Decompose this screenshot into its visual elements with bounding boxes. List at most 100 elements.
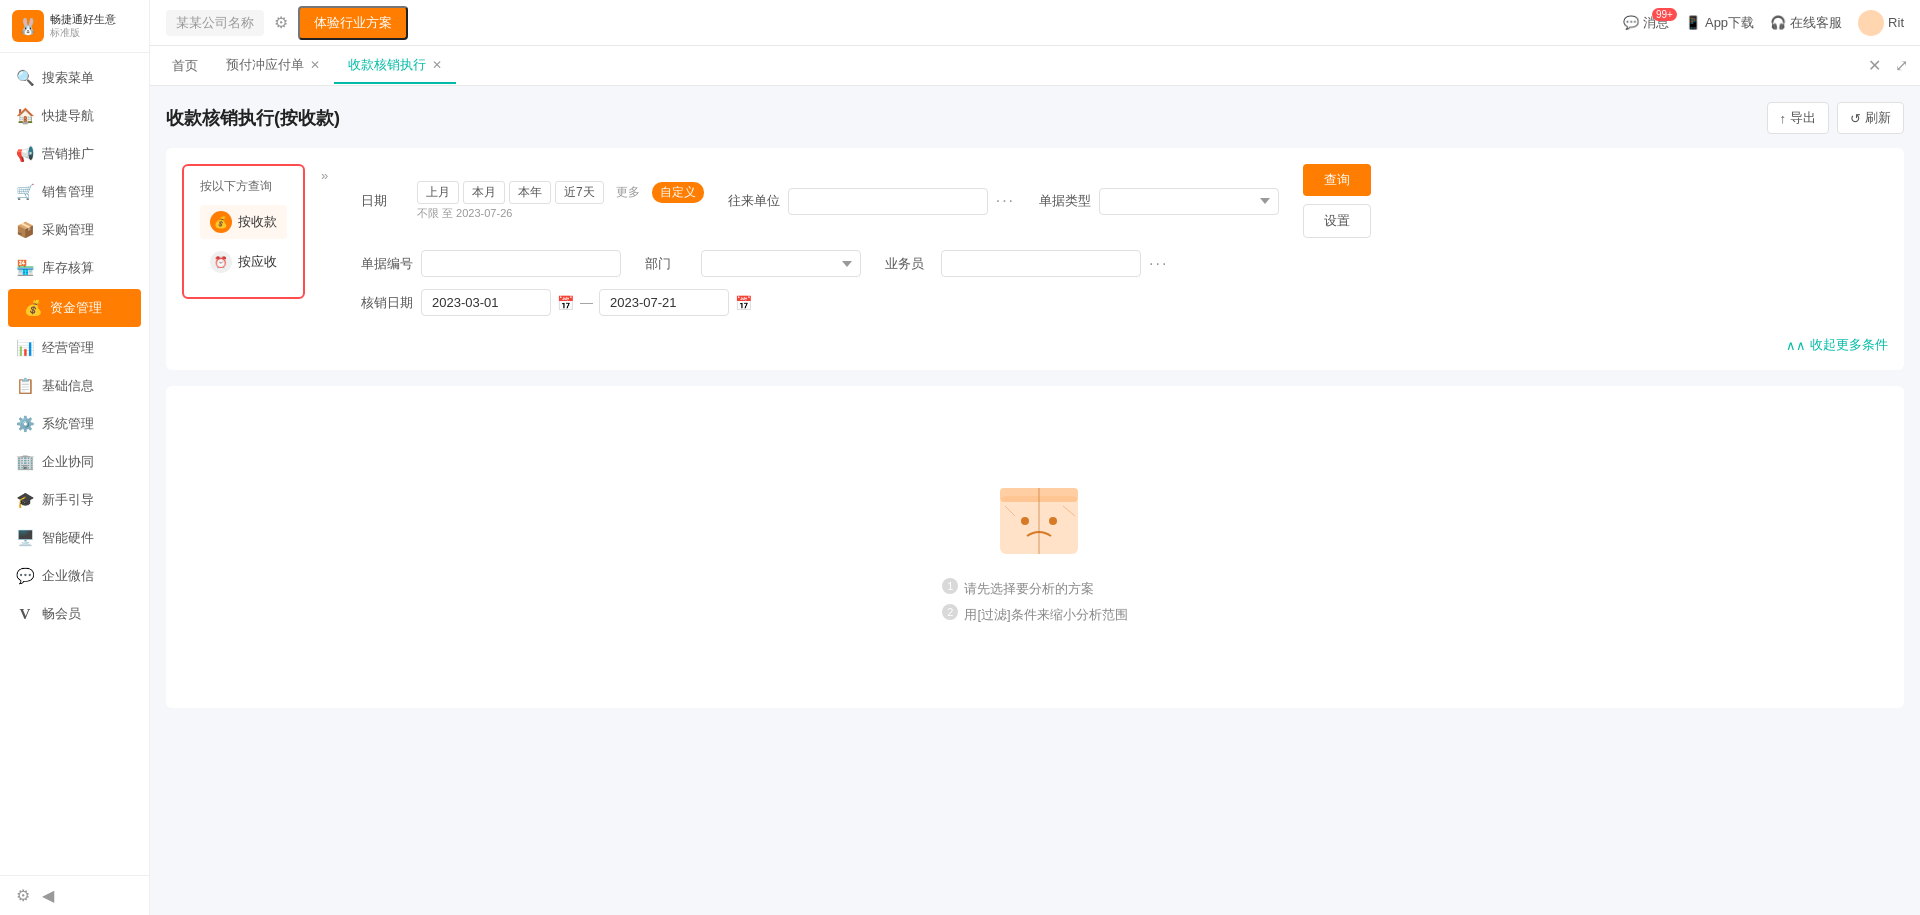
solution-button[interactable]: 体验行业方案 bbox=[298, 6, 408, 40]
dept-label: 部门 bbox=[645, 255, 693, 273]
sidebar-item-wechat[interactable]: 💬 企业微信 bbox=[0, 557, 149, 595]
sidebar-item-finance[interactable]: 💰 资金管理 bbox=[8, 289, 141, 327]
settings-footer-icon[interactable]: ⚙ bbox=[16, 886, 30, 905]
page-title-row: 收款核销执行(按收款) ↑ 导出 ↺ 刷新 bbox=[166, 102, 1904, 134]
phone-icon: 📱 bbox=[1685, 15, 1701, 30]
tab-close-writeoff[interactable]: ✕ bbox=[432, 58, 442, 72]
expand-tab-icon[interactable]: ⤢ bbox=[1891, 52, 1912, 79]
doc-type-label: 单据类型 bbox=[1039, 192, 1091, 210]
sidebar-item-purchase[interactable]: 📦 采购管理 bbox=[0, 211, 149, 249]
date-label: 日期 bbox=[361, 192, 409, 210]
service-button[interactable]: 🎧 在线客服 bbox=[1770, 14, 1842, 32]
tab-bar: 首页 预付冲应付单 ✕ 收款核销执行 ✕ ✕ ⤢ bbox=[150, 46, 1920, 86]
staff-ellipsis[interactable]: ··· bbox=[1149, 255, 1168, 273]
top-header: 某某公司名称 ⚙ 体验行业方案 💬 消息 99+ 📱 App下载 🎧 在线客服 … bbox=[150, 0, 1920, 46]
date-this-month[interactable]: 本月 bbox=[463, 181, 505, 204]
sidebar-footer: ⚙ ◀ bbox=[0, 875, 149, 915]
counterpart-ellipsis[interactable]: ··· bbox=[996, 192, 1015, 210]
collapse-sidebar-icon[interactable]: ◀ bbox=[42, 886, 54, 905]
doc-no-input[interactable] bbox=[421, 250, 621, 277]
tab-bar-actions: ✕ ⤢ bbox=[1864, 52, 1912, 79]
doc-no-field: 单据编号 bbox=[361, 250, 621, 277]
tab-close-prepay[interactable]: ✕ bbox=[310, 58, 320, 72]
close-tab-icon[interactable]: ✕ bbox=[1864, 52, 1885, 79]
logo-sub: 标准版 bbox=[50, 26, 116, 40]
sidebar-item-operation[interactable]: 📊 经营管理 bbox=[0, 329, 149, 367]
system-icon: ⚙️ bbox=[16, 415, 34, 433]
message-badge: 99+ bbox=[1652, 8, 1677, 21]
header-settings-icon[interactable]: ⚙ bbox=[274, 13, 288, 32]
empty-svg bbox=[985, 466, 1095, 561]
date-more[interactable]: 更多 bbox=[608, 182, 648, 203]
dept-field: 部门 bbox=[645, 250, 861, 277]
empty-illustration bbox=[985, 466, 1085, 556]
sidebar-item-member[interactable]: V 畅会员 bbox=[0, 595, 149, 633]
date-shortcuts: 上月 本月 本年 近7天 更多 自定义 bbox=[417, 181, 704, 204]
sidebar-item-smart-hw[interactable]: 🖥️ 智能硬件 bbox=[0, 519, 149, 557]
writeoff-start-input[interactable] bbox=[421, 289, 551, 316]
query-button[interactable]: 查询 bbox=[1303, 164, 1371, 196]
filter-collapse-btn[interactable]: » bbox=[321, 164, 345, 354]
sidebar-item-base-info[interactable]: 📋 基础信息 bbox=[0, 367, 149, 405]
date-7days[interactable]: 近7天 bbox=[555, 181, 604, 204]
doc-type-select[interactable] bbox=[1099, 188, 1279, 215]
filter-by-receivable[interactable]: ⏰ 按应收 bbox=[200, 245, 287, 279]
doc-no-label: 单据编号 bbox=[361, 255, 413, 273]
refresh-icon: ↺ bbox=[1850, 111, 1861, 126]
operation-icon: 📊 bbox=[16, 339, 34, 357]
sales-icon: 🛒 bbox=[16, 183, 34, 201]
sidebar-item-system[interactable]: ⚙️ 系统管理 bbox=[0, 405, 149, 443]
doc-type-field: 单据类型 bbox=[1039, 188, 1279, 215]
query-buttons: 查询 设置 bbox=[1303, 164, 1371, 238]
header-left: 某某公司名称 ⚙ 体验行业方案 bbox=[166, 6, 408, 40]
counterpart-input[interactable] bbox=[788, 188, 988, 215]
writeoff-end-input[interactable] bbox=[599, 289, 729, 316]
empty-tips: 1 请先选择要分析的方案 2 用[过滤]条件来缩小分析范围 bbox=[942, 576, 1127, 628]
export-icon: ↑ bbox=[1780, 111, 1787, 126]
filter-rows: 日期 上月 本月 本年 近7天 更多 自定义 bbox=[361, 164, 1888, 354]
filter-panel-title: 按以下方查询 bbox=[200, 178, 287, 195]
sidebar-item-search[interactable]: 🔍 搜索菜单 bbox=[0, 59, 149, 97]
sidebar: 🐰 畅捷通好生意 标准版 🔍 搜索菜单 🏠 快捷导航 📢 营销推广 🛒 销售管理… bbox=[0, 0, 150, 915]
message-button[interactable]: 💬 消息 99+ bbox=[1623, 14, 1669, 32]
filter-options-box: 按以下方查询 💰 按收款 ⏰ 按应收 bbox=[182, 164, 305, 299]
app-download-button[interactable]: 📱 App下载 bbox=[1685, 14, 1754, 32]
dept-select[interactable] bbox=[701, 250, 861, 277]
date-range-separator: — bbox=[580, 295, 593, 310]
page-title: 收款核销执行(按收款) bbox=[166, 106, 340, 130]
sidebar-item-sales[interactable]: 🛒 销售管理 bbox=[0, 173, 149, 211]
sidebar-item-enterprise[interactable]: 🏢 企业协同 bbox=[0, 443, 149, 481]
user-name: Rit bbox=[1888, 15, 1904, 30]
date-custom[interactable]: 自定义 bbox=[652, 182, 704, 203]
staff-input[interactable] bbox=[941, 250, 1141, 277]
calendar-end-icon[interactable]: 📅 bbox=[735, 295, 752, 311]
settings-button[interactable]: 设置 bbox=[1303, 204, 1371, 238]
page-inner: 收款核销执行(按收款) ↑ 导出 ↺ 刷新 按以下方 bbox=[150, 86, 1920, 724]
collapse-more-conditions[interactable]: ∧∧ 收起更多条件 bbox=[361, 336, 1888, 354]
inventory-icon: 🏪 bbox=[16, 259, 34, 277]
date-shortcuts-group: 上月 本月 本年 近7天 更多 自定义 不限 至 2023-07-26 bbox=[417, 181, 704, 221]
finance-icon: 💰 bbox=[24, 299, 42, 317]
export-button[interactable]: ↑ 导出 bbox=[1767, 102, 1830, 134]
page-content: 收款核销执行(按收款) ↑ 导出 ↺ 刷新 按以下方 bbox=[150, 86, 1920, 915]
sidebar-item-inventory[interactable]: 🏪 库存核算 bbox=[0, 249, 149, 287]
filter-left-panel: 按以下方查询 💰 按收款 ⏰ 按应收 bbox=[182, 164, 305, 354]
tab-prepay[interactable]: 预付冲应付单 ✕ bbox=[212, 48, 334, 84]
refresh-button[interactable]: ↺ 刷新 bbox=[1837, 102, 1904, 134]
date-last-month[interactable]: 上月 bbox=[417, 181, 459, 204]
tab-home[interactable]: 首页 bbox=[158, 49, 212, 83]
counterpart-label: 往来单位 bbox=[728, 192, 780, 210]
sidebar-item-guide[interactable]: 🎓 新手引导 bbox=[0, 481, 149, 519]
tab-writeoff[interactable]: 收款核销执行 ✕ bbox=[334, 48, 456, 84]
filter-by-receipt[interactable]: 💰 按收款 bbox=[200, 205, 287, 239]
guide-icon: 🎓 bbox=[16, 491, 34, 509]
empty-tip-1: 1 请先选择要分析的方案 bbox=[942, 576, 1127, 602]
counterpart-field: 往来单位 ··· bbox=[728, 188, 1015, 215]
calendar-start-icon[interactable]: 📅 bbox=[557, 295, 574, 311]
sidebar-item-marketing[interactable]: 📢 营销推广 bbox=[0, 135, 149, 173]
user-profile[interactable]: Rit bbox=[1858, 10, 1904, 36]
sidebar-menu: 🔍 搜索菜单 🏠 快捷导航 📢 营销推广 🛒 销售管理 📦 采购管理 🏪 库存核… bbox=[0, 53, 149, 875]
sidebar-item-quick-nav[interactable]: 🏠 快捷导航 bbox=[0, 97, 149, 135]
main-content: 某某公司名称 ⚙ 体验行业方案 💬 消息 99+ 📱 App下载 🎧 在线客服 … bbox=[150, 0, 1920, 915]
date-this-year[interactable]: 本年 bbox=[509, 181, 551, 204]
